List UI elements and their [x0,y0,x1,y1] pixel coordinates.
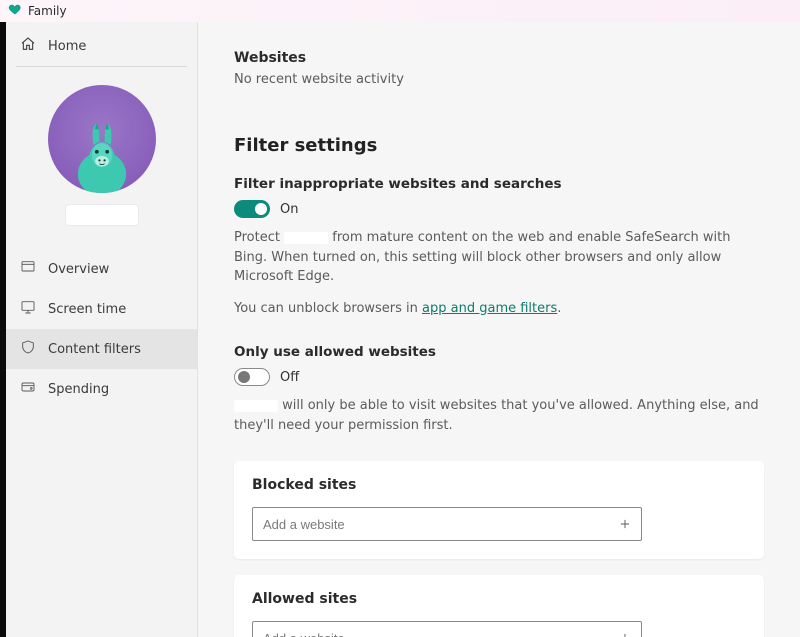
card-title: Blocked sites [252,477,746,493]
plus-icon [618,517,632,531]
setting-description: will only be able to visit websites that… [234,396,764,435]
sidebar-item-label: Screen time [48,302,126,317]
sidebar-item-spending[interactable]: Spending [6,369,197,409]
sidebar-nav: Overview Screen time Content filters Spe… [6,249,197,409]
main-content: Websites No recent website activity Filt… [198,22,800,637]
family-app-icon [8,2,22,20]
add-allowed-site-button[interactable] [616,629,634,637]
unblock-suffix: . [557,301,561,316]
websites-section-title: Websites [234,50,764,66]
avatar[interactable] [48,85,156,193]
setting-label: Filter inappropriate websites and search… [234,176,764,192]
llama-avatar-icon [59,107,145,193]
add-blocked-site-button[interactable] [616,515,634,533]
sidebar-item-label: Overview [48,262,109,277]
sidebar-item-label: Spending [48,382,109,397]
plus-icon [618,631,632,637]
toggle-state-text: On [280,202,298,217]
sidebar-item-label: Content filters [48,342,141,357]
toggle-state-text: Off [280,370,299,385]
toggle-filter-inappropriate[interactable] [234,200,270,218]
overview-icon [20,259,36,279]
toggle-row: On [234,200,764,218]
profile-block [6,85,197,225]
profile-name-chip[interactable] [66,205,138,225]
home-button[interactable]: Home [6,28,197,66]
titlebar-app-name: Family [28,4,67,18]
allowed-site-input[interactable] [252,621,642,637]
setting-filter-inappropriate: Filter inappropriate websites and search… [234,176,764,318]
shell: Home [0,22,800,637]
titlebar: Family [0,0,800,22]
card-title: Allowed sites [252,591,746,607]
unblock-prefix: You can unblock browsers in [234,301,422,316]
setting-only-allowed: Only use allowed websites Off will only … [234,344,764,435]
toggle-only-allowed[interactable] [234,368,270,386]
spending-icon [20,379,36,399]
setting-label: Only use allowed websites [234,344,764,360]
allowed-site-input-wrap [252,621,642,637]
setting-description: Protect from mature content on the web a… [234,228,764,287]
shield-icon [20,339,36,359]
sidebar-item-content-filters[interactable]: Content filters [6,329,197,369]
blocked-site-input-wrap [252,507,642,541]
redacted-name [284,232,328,244]
sidebar: Home [6,22,198,637]
toggle-row: Off [234,368,764,386]
websites-empty-text: No recent website activity [234,72,764,87]
filter-settings-heading: Filter settings [234,135,764,156]
redacted-name [234,400,278,412]
home-label: Home [48,39,86,54]
unblock-line: You can unblock browsers in app and game… [234,299,764,319]
desc-text: will only be able to visit websites that… [234,398,759,433]
allowed-sites-card: Allowed sites [234,575,764,637]
sidebar-divider [16,66,187,67]
sidebar-item-overview[interactable]: Overview [6,249,197,289]
screen-time-icon [20,299,36,319]
blocked-sites-card: Blocked sites [234,461,764,559]
desc-text: Protect [234,230,284,245]
sidebar-item-screen-time[interactable]: Screen time [6,289,197,329]
blocked-site-input[interactable] [252,507,642,541]
home-icon [20,36,36,56]
app-game-filters-link[interactable]: app and game filters [422,301,557,316]
